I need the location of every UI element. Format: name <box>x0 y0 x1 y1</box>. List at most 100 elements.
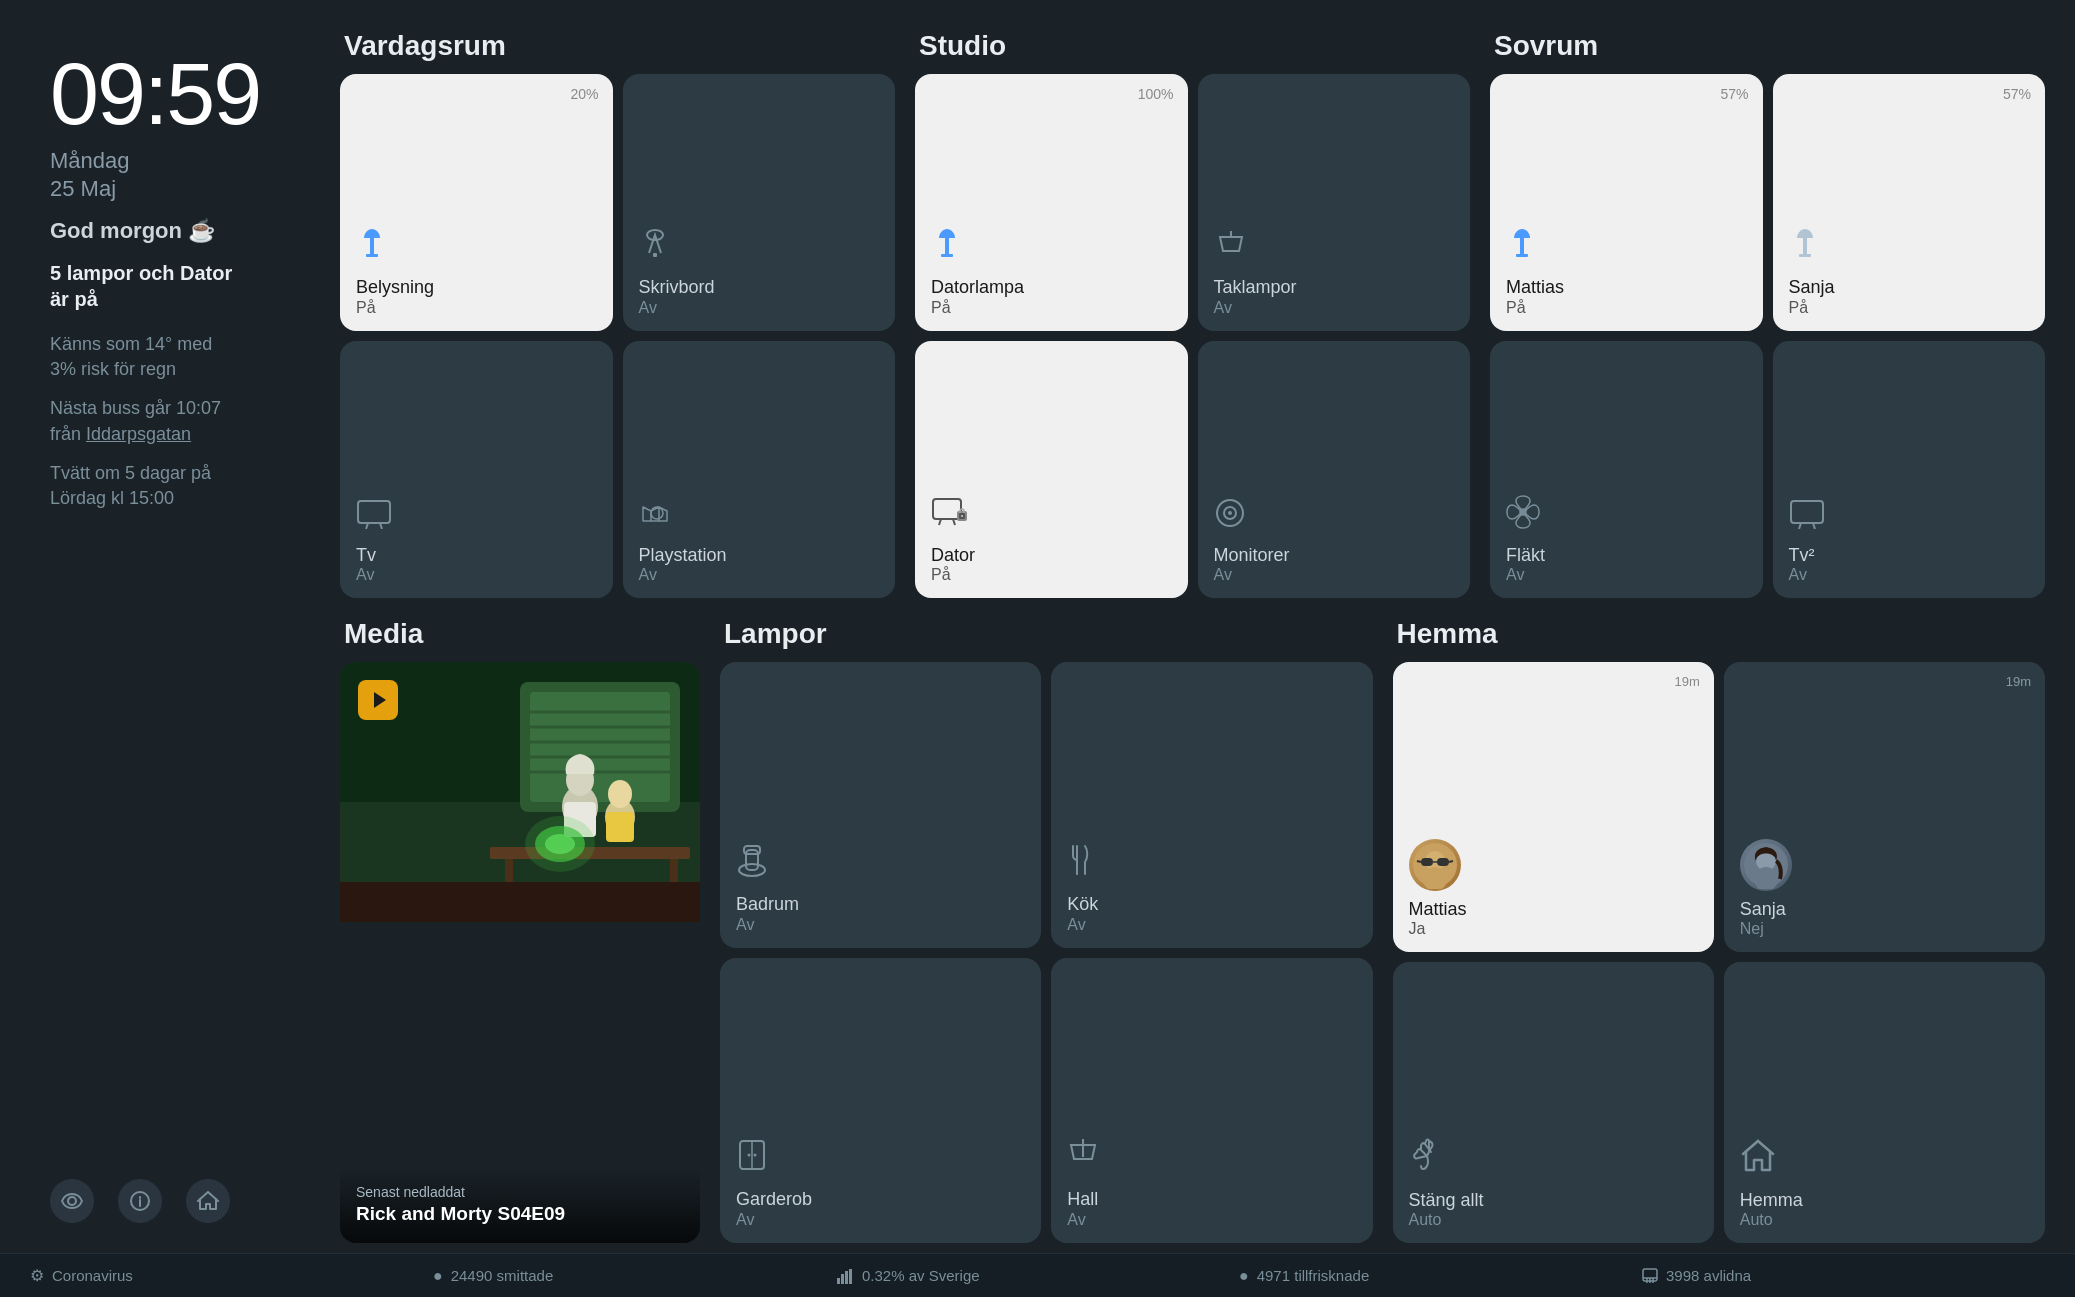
svg-rect-11 <box>941 254 953 257</box>
svg-point-60 <box>748 1154 751 1157</box>
mattias-person-name: Mattias <box>1409 899 1698 920</box>
mattias-person-status: Ja <box>1409 920 1698 938</box>
hemma-action-tile[interactable]: Hemma Auto <box>1724 962 2045 1243</box>
monitorer-tile[interactable]: Monitorer Av <box>1198 341 1471 598</box>
badrum-tile[interactable]: Badrum Av <box>720 662 1041 947</box>
sanja-time: 19m <box>2006 674 2031 689</box>
media-title: Media <box>340 618 700 650</box>
dator-tile[interactable]: Dator På <box>915 341 1188 598</box>
kok-tile[interactable]: Kök Av <box>1051 662 1372 947</box>
bus-info: Nästa buss går 10:07från Iddarpsgatan <box>50 396 310 446</box>
svg-line-70 <box>1449 861 1453 862</box>
date: 25 Maj <box>50 176 310 202</box>
dot-icon: ● <box>433 1267 443 1285</box>
plex-icon[interactable] <box>358 680 398 720</box>
virus-icon: ⚙ <box>30 1266 44 1285</box>
svg-rect-3 <box>366 254 378 257</box>
bottom-row: Media <box>340 618 2045 1243</box>
mattias-avatar <box>1409 839 1461 891</box>
sanja-person-tile[interactable]: 19m <box>1724 662 2045 951</box>
svg-rect-23 <box>1516 254 1528 257</box>
stang-allt-name: Stäng allt <box>1409 1190 1698 1211</box>
rooms-row: Vardagsrum 20% Belysning På <box>340 30 2045 598</box>
belysning-percentage: 20% <box>570 86 598 102</box>
studio-grid: 100% Datorlampa På <box>915 74 1470 598</box>
taklampor-status: Av <box>1214 299 1455 317</box>
hemma-action-status: Auto <box>1740 1211 2029 1229</box>
mattias-percentage: 57% <box>1720 86 1748 102</box>
greeting: God morgon ☕ <box>50 218 310 244</box>
ceiling-icon <box>1214 229 1455 269</box>
svg-rect-10 <box>945 238 949 254</box>
garderob-tile[interactable]: Garderob Av <box>720 958 1041 1243</box>
svg-rect-13 <box>933 499 961 519</box>
playstation-tile[interactable]: Playstation Av <box>623 341 896 598</box>
laundry-info: Tvätt om 5 dagar påLördag kl 15:00 <box>50 461 310 511</box>
svg-point-0 <box>68 1197 76 1205</box>
stang-allt-status: Auto <box>1409 1211 1698 1229</box>
stang-allt-tile[interactable]: Stäng allt Auto <box>1393 962 1714 1243</box>
datorlampa-tile[interactable]: 100% Datorlampa På <box>915 74 1188 331</box>
belysning-name: Belysning <box>356 277 597 299</box>
cutlery-icon <box>1067 842 1356 886</box>
skrivbord-tile[interactable]: Skrivbord Av <box>623 74 896 331</box>
media-section: Media <box>340 618 700 1243</box>
sanja-lamp-tile[interactable]: 57% Sanja På <box>1773 74 2046 331</box>
home-icon[interactable] <box>186 1179 230 1223</box>
day: Måndag <box>50 148 310 174</box>
monitorer-status: Av <box>1214 566 1455 584</box>
sanja-percentage: 57% <box>2003 86 2031 102</box>
svg-marker-53 <box>374 692 386 708</box>
info-icon[interactable] <box>118 1179 162 1223</box>
avlidna-item: 3998 avlidna <box>1642 1267 2045 1285</box>
taklampor-tile[interactable]: Taklampor Av <box>1198 74 1471 331</box>
svg-rect-67 <box>1437 858 1449 866</box>
vardagsrum-section: Vardagsrum 20% Belysning På <box>340 30 895 598</box>
lampor-section: Lampor Badrum Av <box>720 618 1373 1243</box>
datorlampa-icon <box>931 225 1172 269</box>
hemma-title: Hemma <box>1393 618 2046 650</box>
tv2-tile[interactable]: Tv² Av <box>1773 341 2046 598</box>
mattias-lamp-tile[interactable]: 57% Mattias På <box>1490 74 1763 331</box>
playstation-status: Av <box>639 566 880 584</box>
tv-tile[interactable]: Tv Av <box>340 341 613 598</box>
coronavirus-item: ⚙ Coronavirus <box>30 1266 433 1285</box>
garderob-status: Av <box>736 1211 1025 1229</box>
tv-name: Tv <box>356 545 597 567</box>
badrum-status: Av <box>736 916 1025 934</box>
flakt-status: Av <box>1506 566 1747 584</box>
svg-point-61 <box>754 1154 757 1157</box>
sovrum-section: Sovrum 57% Mattias På <box>1490 30 2045 598</box>
svg-rect-52 <box>340 882 700 922</box>
flakt-tile[interactable]: Fläkt Av <box>1490 341 1763 598</box>
skrivbord-name: Skrivbord <box>639 277 880 299</box>
lampor-title: Lampor <box>720 618 1373 650</box>
check-icon: ● <box>1239 1267 1249 1285</box>
belysning-status: På <box>356 299 597 317</box>
svg-rect-2 <box>370 238 374 254</box>
paint-roller-icon <box>1067 1137 1356 1181</box>
status-alert: 5 lampor och Datorär på <box>50 260 310 312</box>
mattias-lamp-name: Mattias <box>1506 277 1747 299</box>
svg-rect-34 <box>530 692 670 802</box>
media-card[interactable]: Senast nedladdat Rick and Morty S04E09 <box>340 662 700 1243</box>
sovrum-title: Sovrum <box>1490 30 2045 62</box>
procent-label: 0.32% av Sverige <box>862 1267 980 1284</box>
playstation-icon <box>639 499 880 537</box>
studio-section: Studio 100% Datorlampa På <box>915 30 1470 598</box>
eye-icon[interactable] <box>50 1179 94 1223</box>
coronavirus-label: Coronavirus <box>52 1267 133 1284</box>
tv2-status: Av <box>1789 566 2030 584</box>
belysning-tile[interactable]: 20% Belysning På <box>340 74 613 331</box>
procent-item: 0.32% av Sverige <box>836 1267 1239 1285</box>
sanja-person-name: Sanja <box>1740 899 2029 920</box>
toilet-icon <box>736 842 1025 886</box>
chart-icon <box>836 1267 854 1285</box>
skrivbord-status: Av <box>639 299 880 317</box>
datorlampa-percentage: 100% <box>1138 86 1174 102</box>
media-show-title: Rick and Morty S04E09 <box>356 1203 684 1225</box>
hall-tile[interactable]: Hall Av <box>1051 958 1372 1243</box>
mattias-person-tile[interactable]: 19m <box>1393 662 1714 951</box>
svg-rect-45 <box>606 812 634 842</box>
sanja-person-status: Nej <box>1740 920 2029 938</box>
